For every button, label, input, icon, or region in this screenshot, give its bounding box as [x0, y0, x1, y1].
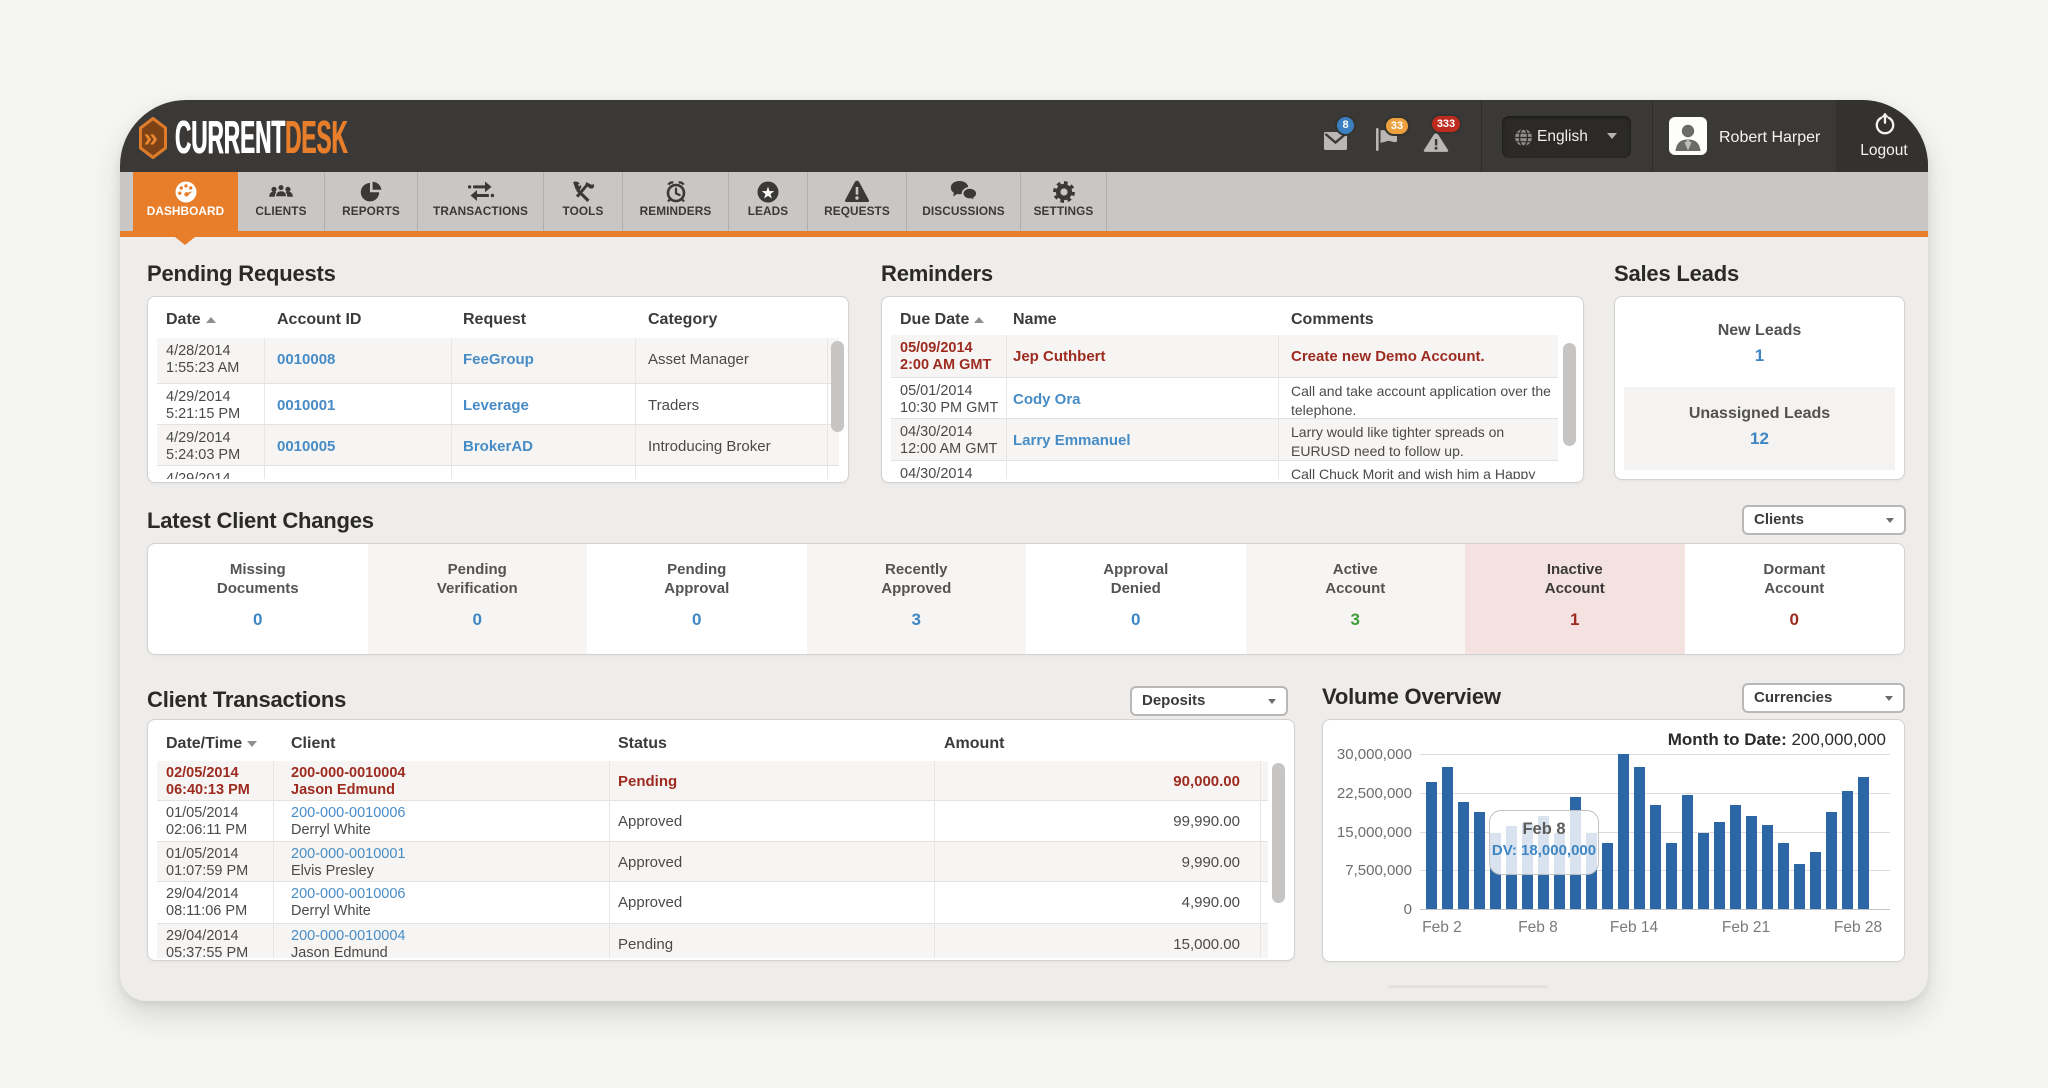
- svg-text:»: »: [144, 123, 158, 153]
